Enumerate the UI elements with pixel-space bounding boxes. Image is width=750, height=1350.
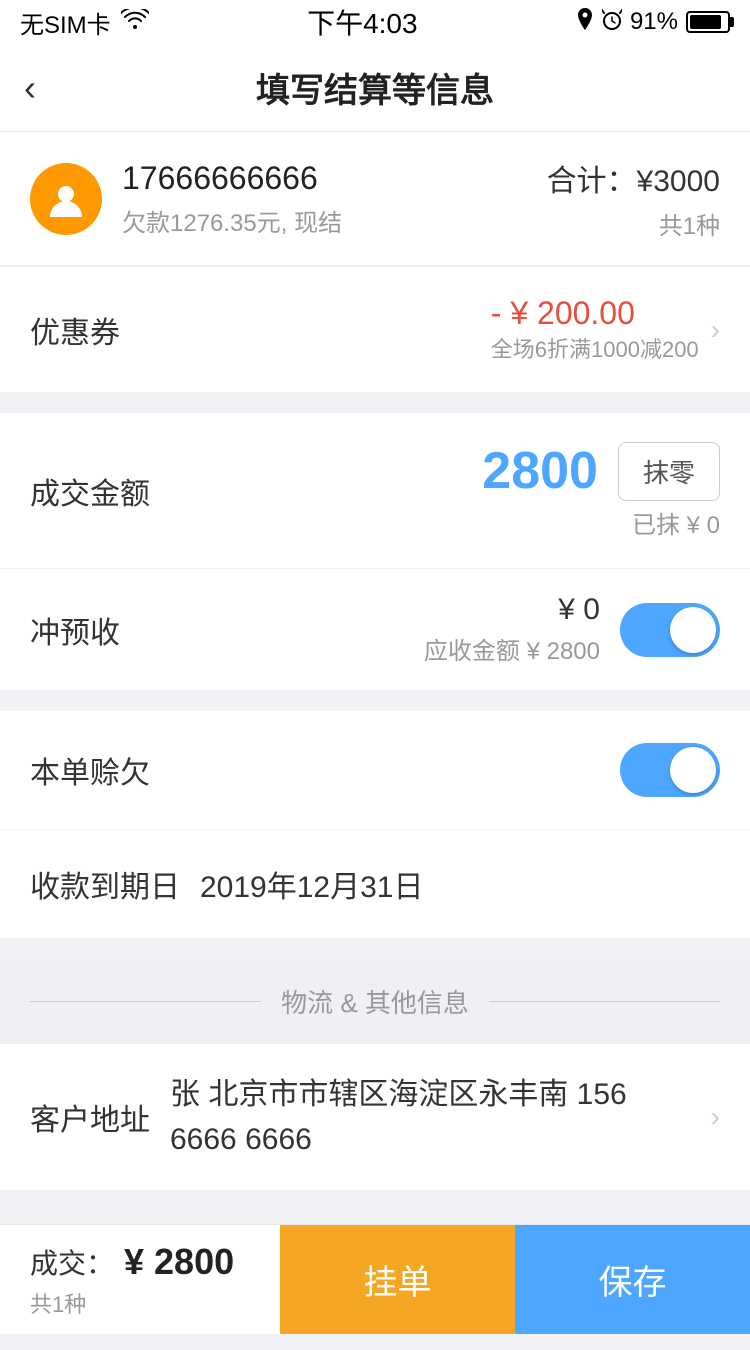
battery-percent: 91% bbox=[630, 8, 678, 36]
chong-yushou-toggle[interactable] bbox=[620, 603, 720, 657]
coupon-label: 优惠券 bbox=[30, 308, 120, 352]
alarm-icon bbox=[602, 8, 622, 37]
separator-1 bbox=[0, 393, 750, 413]
location-icon bbox=[576, 8, 594, 37]
due-date-row: 收款到期日 2019年12月31日 bbox=[0, 830, 750, 939]
due-date-label: 收款到期日 bbox=[30, 862, 180, 906]
status-right: 91% bbox=[576, 8, 730, 37]
wifi-icon bbox=[121, 8, 149, 36]
back-button[interactable]: ‹ bbox=[24, 67, 36, 109]
sheqian-toggle-knob bbox=[670, 747, 716, 793]
page-title: 填写结算等信息 bbox=[256, 63, 494, 112]
bottom-bar: 成交： ¥ 2800 共1种 挂单 保存 bbox=[0, 1224, 750, 1334]
logistics-divider-text: 物流 & 其他信息 bbox=[281, 983, 469, 1020]
address-chevron-icon: › bbox=[711, 1101, 720, 1133]
logistics-divider: 物流 & 其他信息 bbox=[0, 959, 750, 1044]
coupon-desc: 全场6折满1000减200 bbox=[491, 332, 699, 364]
bottom-count: 共1种 bbox=[30, 1287, 250, 1319]
separator-2 bbox=[0, 691, 750, 711]
due-date-value: 2019年12月31日 bbox=[200, 862, 423, 906]
nav-bar: ‹ 填写结算等信息 bbox=[0, 44, 750, 132]
address-row[interactable]: 客户地址 张 北京市市辖区海淀区永丰南 156 6666 6666 › bbox=[0, 1044, 750, 1190]
status-left: 无SIM卡 bbox=[20, 5, 149, 40]
toggle-knob bbox=[670, 607, 716, 653]
separator-3 bbox=[0, 939, 750, 959]
status-bar: 无SIM卡 下午4:03 91% bbox=[0, 0, 750, 44]
address-label: 客户地址 bbox=[30, 1095, 150, 1139]
sheqian-label: 本单赊欠 bbox=[30, 748, 150, 792]
save-button[interactable]: 保存 bbox=[515, 1225, 750, 1334]
bottom-deal-label: 成交： bbox=[30, 1242, 114, 1282]
chong-zero-value: ¥ 0 bbox=[424, 593, 600, 627]
user-phone: 17666666666 bbox=[122, 160, 342, 197]
round-zero-button[interactable]: 抹零 bbox=[618, 442, 720, 501]
bottom-deal-amount: ¥ 2800 bbox=[124, 1241, 234, 1283]
chong-sub-text: 应收金额 ¥ 2800 bbox=[424, 631, 600, 666]
sheqian-row: 本单赊欠 bbox=[0, 711, 750, 830]
sheqian-section: 本单赊欠 收款到期日 2019年12月31日 bbox=[0, 711, 750, 939]
chong-yushou-row: 冲预收 ¥ 0 应收金额 ¥ 2800 bbox=[0, 569, 750, 691]
deal-amount-label: 成交金额 bbox=[30, 469, 150, 513]
user-count: 共1种 bbox=[547, 206, 720, 241]
user-info-row: 17666666666 欠款1276.35元, 现结 合计：¥3000 共1种 bbox=[0, 132, 750, 266]
coupon-discount: - ¥ 200.00 bbox=[491, 295, 699, 332]
deal-amount-sub: 已抹 ¥ 0 bbox=[632, 505, 720, 540]
hang-button[interactable]: 挂单 bbox=[280, 1225, 515, 1334]
coupon-row[interactable]: 优惠券 - ¥ 200.00 全场6折满1000减200 › bbox=[0, 267, 750, 393]
battery-icon bbox=[686, 11, 730, 33]
avatar bbox=[30, 163, 102, 235]
address-section: 客户地址 张 北京市市辖区海淀区永丰南 156 6666 6666 › bbox=[0, 1044, 750, 1190]
user-total: 合计：¥3000 bbox=[547, 156, 720, 200]
coupon-chevron-icon: › bbox=[711, 314, 720, 346]
sim-text: 无SIM卡 bbox=[20, 5, 111, 40]
bottom-info: 成交： ¥ 2800 共1种 bbox=[0, 1241, 280, 1319]
divider-line-left bbox=[30, 1001, 261, 1002]
deal-amount-section: 成交金额 2800 抹零 已抹 ¥ 0 冲预收 ¥ 0 应收金额 ¥ 2800 bbox=[0, 413, 750, 691]
deal-amount-value: 2800 bbox=[482, 441, 598, 501]
user-sub-text: 欠款1276.35元, 现结 bbox=[122, 203, 342, 238]
chong-yushou-label: 冲预收 bbox=[30, 608, 120, 652]
divider-line-right bbox=[489, 1001, 720, 1002]
deal-amount-row: 成交金额 2800 抹零 已抹 ¥ 0 bbox=[0, 413, 750, 569]
address-content: 张 北京市市辖区海淀区永丰南 156 6666 6666 bbox=[170, 1072, 691, 1162]
sheqian-toggle[interactable] bbox=[620, 743, 720, 797]
status-time: 下午4:03 bbox=[307, 2, 418, 42]
